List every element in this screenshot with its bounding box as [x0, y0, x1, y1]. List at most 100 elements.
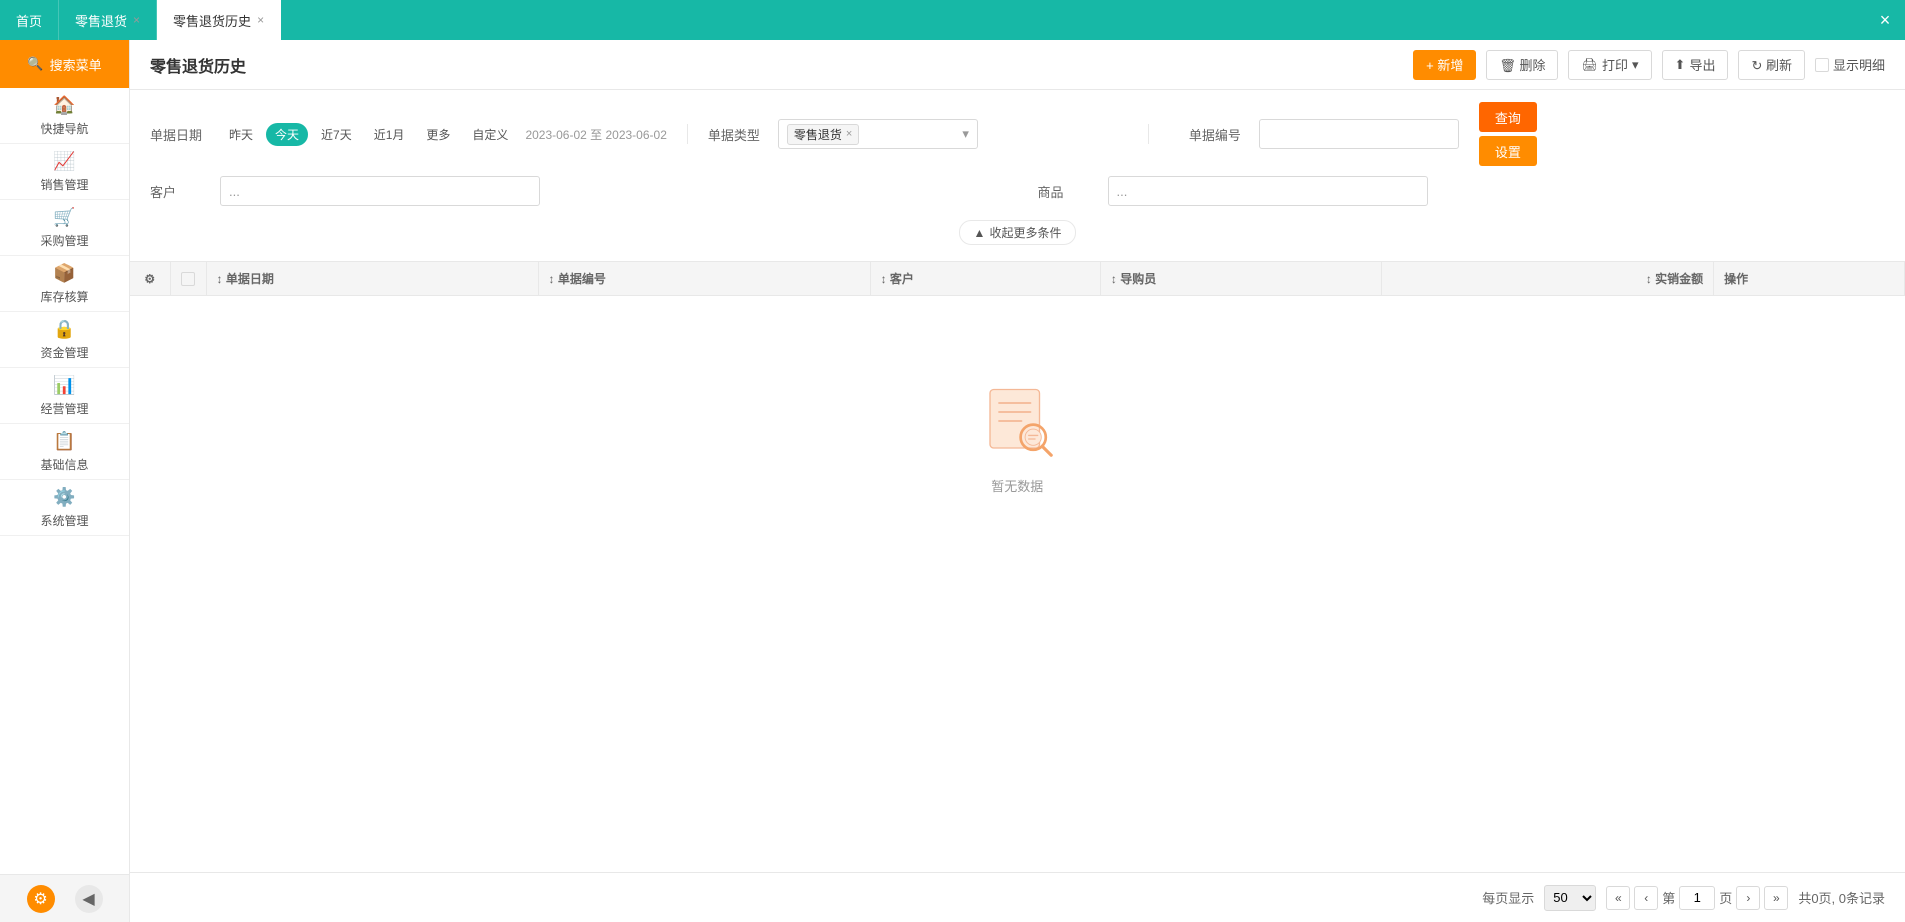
sidebar-item-system[interactable]: ⚙️ 系统管理 — [0, 480, 129, 536]
collapse-button[interactable]: ▲ 收起更多条件 — [959, 220, 1077, 245]
tab-retail-return[interactable]: 零售退货 × — [59, 0, 157, 40]
sidebar-item-operations[interactable]: 📊 经营管理 — [0, 368, 129, 424]
sidebar-item-purchase[interactable]: 🛒 采购管理 — [0, 200, 129, 256]
top-bar: 首页 零售退货 × 零售退货历史 × × — [0, 0, 1905, 40]
table-col-action-label: 操作 — [1724, 272, 1748, 286]
empty-illustration — [972, 376, 1062, 466]
filter-divider-2 — [1148, 124, 1149, 144]
number-filter-input[interactable] — [1259, 119, 1459, 149]
sidebar-bottom: ⚙ ◀ — [0, 874, 129, 922]
table-col-date[interactable]: ↕ 单据日期 — [206, 262, 538, 296]
page-next-button[interactable]: › — [1736, 886, 1760, 910]
system-icon: ⚙️ — [53, 487, 75, 508]
purchase-icon: 🛒 — [53, 207, 75, 228]
sidebar-search[interactable]: 🔍 搜索菜单 — [0, 40, 129, 88]
operations-icon: 📊 — [53, 375, 75, 396]
date-range-display: 2023-06-02 至 2023-06-02 — [525, 126, 666, 143]
page-last-button[interactable]: » — [1764, 886, 1788, 910]
type-tag-close[interactable]: × — [846, 128, 852, 140]
table-col-guide[interactable]: ↕ 导购员 — [1100, 262, 1381, 296]
page-prev-button[interactable]: ‹ — [1634, 886, 1658, 910]
export-button[interactable]: ⬆ 导出 — [1662, 50, 1729, 80]
table-col-amount[interactable]: ↕ 实销金额 — [1382, 262, 1714, 296]
date-btn-1month[interactable]: 近1月 — [365, 123, 414, 146]
page-first-button[interactable]: « — [1606, 886, 1630, 910]
type-select-arrow-icon: ▾ — [962, 126, 969, 142]
tab-home[interactable]: 首页 — [0, 0, 59, 40]
inventory-icon: 📦 — [53, 263, 75, 284]
delete-button[interactable]: 🗑 删除 — [1486, 50, 1558, 80]
date-btn-more[interactable]: 更多 — [417, 123, 459, 146]
table-col-settings[interactable]: ⚙ — [130, 262, 170, 296]
table-col-amount-label: ↕ 实销金额 — [1646, 272, 1703, 286]
sidebar-item-sales[interactable]: 📈 销售管理 — [0, 144, 129, 200]
sidebar-item-quick-nav[interactable]: 🏠 快捷导航 — [0, 88, 129, 144]
sidebar-search-label: 搜索菜单 — [50, 55, 102, 74]
goods-filter-input[interactable]: ... — [1108, 176, 1428, 206]
display-detail-wrap: 显示明细 — [1815, 55, 1885, 74]
sales-icon: 📈 — [53, 151, 75, 172]
type-filter-label: 单据类型 — [708, 125, 778, 144]
content-area: 零售退货历史 + 新增 🗑 删除 🖨 打印 ▾ ⬆ 导出 ↻ 刷新 显示明细 — [130, 40, 1905, 922]
table-body: 暂无数据 — [130, 296, 1905, 576]
empty-state: 暂无数据 — [130, 296, 1905, 575]
home-icon: 🏠 — [53, 95, 75, 116]
sidebar-item-system-label: 系统管理 — [40, 512, 88, 529]
tab-retail-return-history-close[interactable]: × — [257, 13, 264, 27]
query-button[interactable]: 查询 — [1479, 102, 1537, 132]
select-all-checkbox[interactable] — [181, 272, 195, 286]
customer-filter-col: 客户 ... — [150, 176, 998, 206]
table-col-action: 操作 — [1714, 262, 1905, 296]
table-area: ⚙ ↕ 单据日期 ↕ 单据编号 ↕ 客户 — [130, 262, 1905, 872]
tab-retail-return-close[interactable]: × — [133, 13, 140, 27]
page-header: 零售退货历史 + 新增 🗑 删除 🖨 打印 ▾ ⬆ 导出 ↻ 刷新 显示明细 — [130, 40, 1905, 90]
date-btn-7days[interactable]: 近7天 — [312, 123, 361, 146]
display-detail-checkbox[interactable] — [1815, 58, 1829, 72]
table-col-customer[interactable]: ↕ 客户 — [870, 262, 1100, 296]
print-button[interactable]: 🖨 打印 ▾ — [1568, 50, 1651, 80]
sidebar-item-quick-nav-label: 快捷导航 — [40, 120, 88, 137]
search-icon: 🔍 — [27, 56, 43, 72]
refresh-button[interactable]: ↻ 刷新 — [1738, 50, 1805, 80]
type-filter-select[interactable]: 零售退货 × ▾ — [778, 119, 978, 149]
setting-button[interactable]: 设置 — [1479, 136, 1537, 166]
sidebar: 🔍 搜索菜单 🏠 快捷导航 📈 销售管理 🛒 采购管理 📦 库存核算 🔒 — [0, 40, 130, 922]
type-filter-wrap: 单据类型 零售退货 × ▾ — [708, 119, 1128, 149]
sidebar-item-basic-info-label: 基础信息 — [40, 456, 88, 473]
date-btn-today[interactable]: 今天 — [266, 123, 308, 146]
page-number-input[interactable] — [1679, 886, 1715, 910]
sidebar-item-basic-info[interactable]: 📋 基础信息 — [0, 424, 129, 480]
empty-text: 暂无数据 — [991, 476, 1043, 495]
sidebar-item-inventory[interactable]: 📦 库存核算 — [0, 256, 129, 312]
date-btn-custom[interactable]: 自定义 — [463, 123, 517, 146]
table-col-check — [170, 262, 206, 296]
sidebar-item-purchase-label: 采购管理 — [40, 232, 88, 249]
display-detail-label: 显示明细 — [1833, 55, 1885, 74]
page-suffix: 页 — [1719, 888, 1732, 907]
finance-icon: 🔒 — [53, 319, 75, 340]
page-title: 零售退货历史 — [150, 53, 1413, 77]
sidebar-item-operations-label: 经营管理 — [40, 400, 88, 417]
goods-filter-col: 商品 ... — [1038, 176, 1886, 206]
table-col-number[interactable]: ↕ 单据编号 — [538, 262, 870, 296]
filter-area: 单据日期 昨天 今天 近7天 近1月 更多 自定义 2023-06-02 至 2… — [130, 90, 1905, 262]
sidebar-item-finance[interactable]: 🔒 资金管理 — [0, 312, 129, 368]
sidebar-item-finance-label: 资金管理 — [40, 344, 88, 361]
export-label: 导出 — [1689, 55, 1715, 74]
page-label: 第 — [1662, 888, 1675, 907]
date-btn-yesterday[interactable]: 昨天 — [220, 123, 262, 146]
table-col-guide-label: ↕ 导购员 — [1111, 272, 1156, 286]
per-page-label: 每页显示 — [1482, 888, 1534, 907]
goods-placeholder: ... — [1117, 184, 1128, 199]
sidebar-item-sales-label: 销售管理 — [40, 176, 88, 193]
sidebar-settings-button[interactable]: ⚙ — [27, 885, 55, 913]
window-close-button[interactable]: × — [1865, 0, 1905, 40]
date-buttons: 昨天 今天 近7天 近1月 更多 自定义 — [220, 123, 517, 146]
sidebar-collapse-button[interactable]: ◀ — [75, 885, 103, 913]
tab-retail-return-history[interactable]: 零售退货历史 × — [157, 0, 281, 40]
new-button[interactable]: + 新增 — [1413, 50, 1476, 80]
collapse-row: ▲ 收起更多条件 — [150, 216, 1885, 249]
per-page-select[interactable]: 10 20 50 100 — [1544, 885, 1596, 911]
customer-filter-input[interactable]: ... — [220, 176, 540, 206]
customer-placeholder: ... — [229, 184, 240, 199]
